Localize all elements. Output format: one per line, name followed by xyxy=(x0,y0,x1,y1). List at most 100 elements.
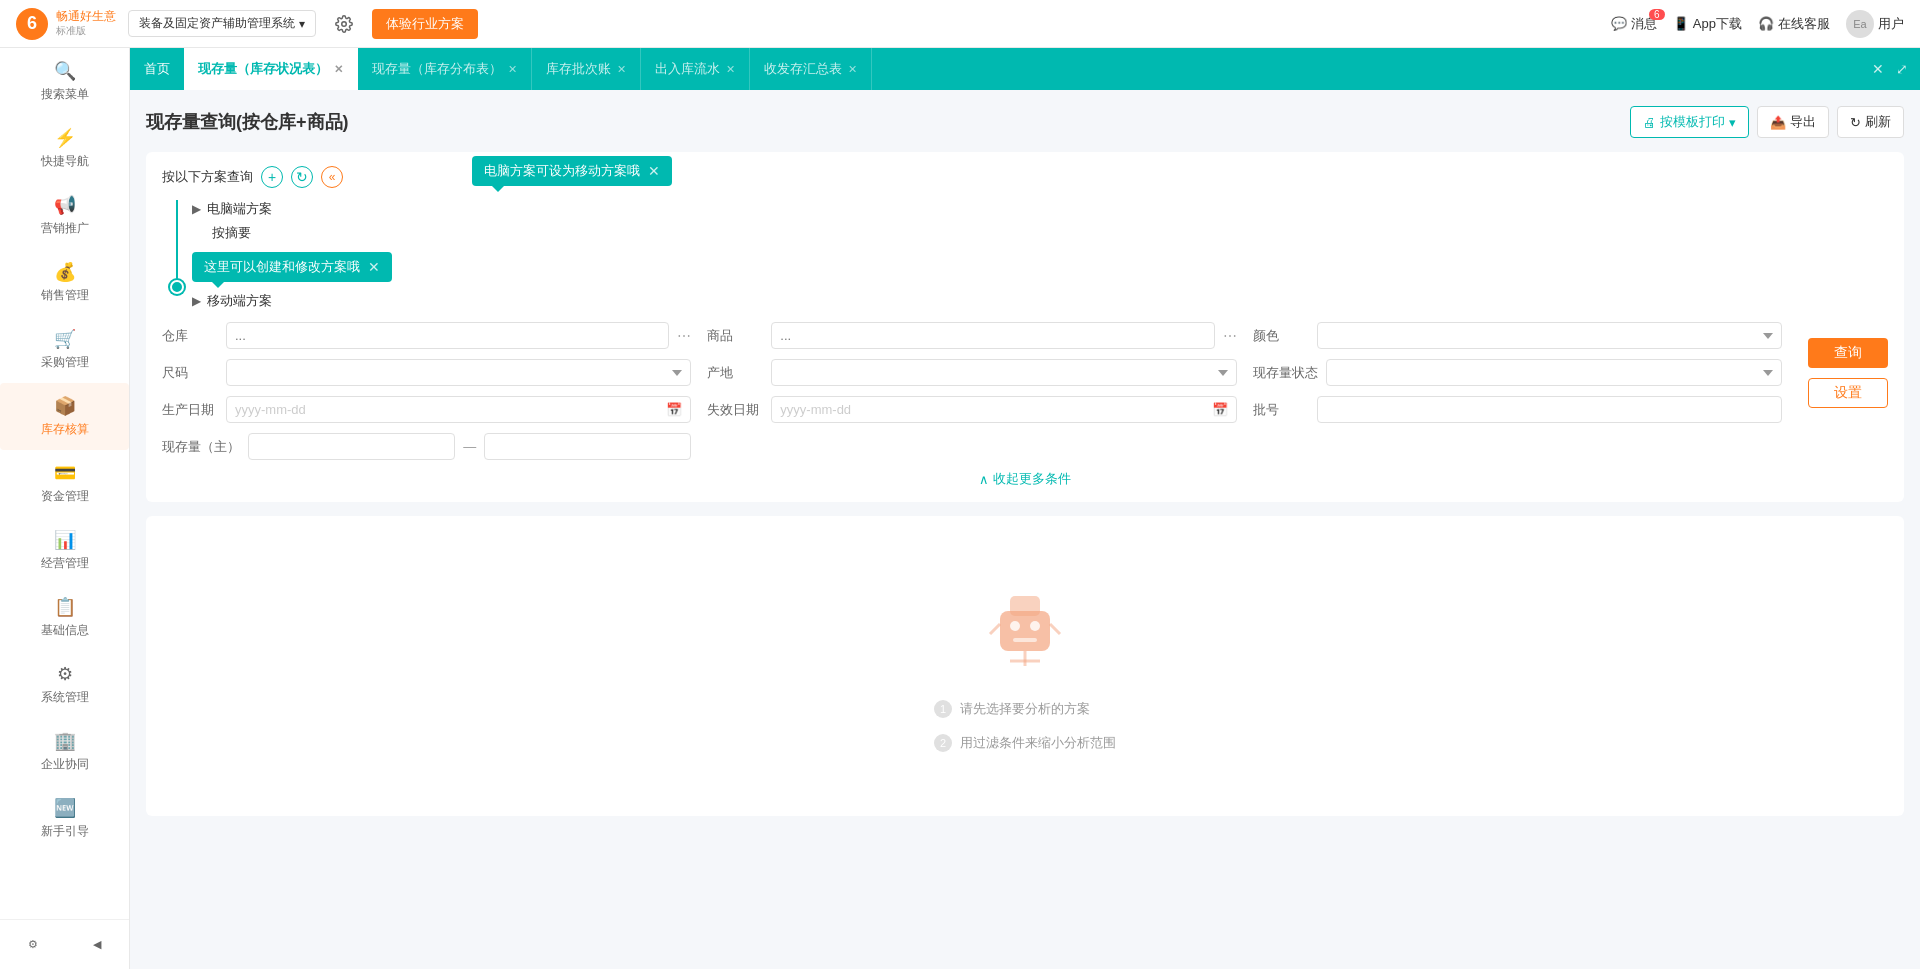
top-bar-right: 💬 消息 6 📱 App下载 🎧 在线客服 Ea 用户 xyxy=(1611,10,1904,38)
gear-icon: ⚙ xyxy=(57,663,73,685)
sidebar-item-operations[interactable]: 📊 经营管理 xyxy=(0,517,129,584)
tab-close-batch-account[interactable]: ✕ xyxy=(617,63,626,76)
tab-recv-summary[interactable]: 收发存汇总表 ✕ xyxy=(750,48,872,90)
svg-rect-5 xyxy=(1013,638,1037,642)
stock-status-select[interactable] xyxy=(1326,359,1782,386)
tab-bar: 首页 现存量（库存状况表） ✕ 现存量（库存分布表） ✕ 库存批次账 ✕ 出入库… xyxy=(130,48,1920,90)
collapse-btn[interactable]: ∧ 收起更多条件 xyxy=(162,470,1888,488)
query-btn[interactable]: 查询 xyxy=(1808,338,1888,368)
expiry-date-input[interactable]: yyyy-mm-dd 📅 xyxy=(771,396,1236,423)
sidebar-item-label: 资金管理 xyxy=(41,488,89,505)
tab-inventory-status[interactable]: 现存量（库存状况表） ✕ xyxy=(184,48,358,90)
sidebar-item-enterprise[interactable]: 🏢 企业协同 xyxy=(0,718,129,785)
close-all-tabs-btn[interactable]: ✕ xyxy=(1868,57,1888,81)
sidebar-item-marketing[interactable]: 📢 营销推广 xyxy=(0,182,129,249)
app-download-btn[interactable]: 📱 App下载 xyxy=(1673,15,1742,33)
clipboard-icon: 📋 xyxy=(54,596,76,618)
scheme-item-digest[interactable]: 按摘要 xyxy=(212,224,1888,242)
export-btn[interactable]: 📤 导出 xyxy=(1757,106,1829,138)
message-btn[interactable]: 💬 消息 6 xyxy=(1611,15,1657,33)
warehouse-more-icon[interactable]: ⋯ xyxy=(677,328,691,344)
sidebar-collapse-btn[interactable]: ◀ xyxy=(85,928,109,961)
size-select[interactable] xyxy=(226,359,691,386)
tab-close-inventory-status[interactable]: ✕ xyxy=(334,63,343,76)
logo-icon: 6 xyxy=(16,8,48,40)
stock-main-from[interactable] xyxy=(248,433,455,460)
export-icon: 📤 xyxy=(1770,115,1786,130)
svg-line-8 xyxy=(990,624,1000,634)
tab-inventory-dist[interactable]: 现存量（库存分布表） ✕ xyxy=(358,48,532,90)
production-date-input[interactable]: yyyy-mm-dd 📅 xyxy=(226,396,691,423)
filter-production-date: 生产日期 yyyy-mm-dd 📅 xyxy=(162,396,691,423)
sidebar-item-label: 系统管理 xyxy=(41,689,89,706)
sidebar: 🔍 搜索菜单 ⚡ 快捷导航 📢 营销推广 💰 销售管理 🛒 采购管理 📦 xyxy=(0,48,130,969)
sidebar-item-label: 搜索菜单 xyxy=(41,86,89,103)
svg-point-0 xyxy=(342,21,347,26)
logo-text: 畅通好生意 xyxy=(56,9,116,25)
stock-main-to[interactable] xyxy=(484,433,691,460)
warehouse-input[interactable] xyxy=(226,322,669,349)
reset-btn[interactable]: 设置 xyxy=(1808,378,1888,408)
filter-label: 按以下方案查询 xyxy=(162,168,253,186)
batch-no-input[interactable] xyxy=(1317,396,1782,423)
sidebar-item-base-info[interactable]: 📋 基础信息 xyxy=(0,584,129,651)
filter-expiry-date: 失效日期 yyyy-mm-dd 📅 xyxy=(707,396,1236,423)
filter-color: 颜色 xyxy=(1253,322,1782,349)
color-select[interactable] xyxy=(1317,322,1782,349)
online-support-btn[interactable]: 🎧 在线客服 xyxy=(1758,15,1830,33)
filter-origin: 产地 xyxy=(707,359,1236,386)
sidebar-item-label: 企业协同 xyxy=(41,756,89,773)
query-column: 查询 设置 xyxy=(1798,338,1888,408)
sidebar-item-finance[interactable]: 💳 资金管理 xyxy=(0,450,129,517)
svg-rect-1 xyxy=(1000,611,1050,651)
goods-more-icon[interactable]: ⋯ xyxy=(1223,328,1237,344)
page-actions: 🖨 按模板打印 ▾ 📤 导出 ↻ 刷新 xyxy=(1630,106,1904,138)
headset-icon: 🎧 xyxy=(1758,16,1774,31)
sidebar-item-label: 新手引导 xyxy=(41,823,89,840)
filter-add-btn[interactable]: + xyxy=(261,166,283,188)
card-icon: 💳 xyxy=(54,462,76,484)
sidebar-item-search-menu[interactable]: 🔍 搜索菜单 xyxy=(0,48,129,115)
user-btn[interactable]: Ea 用户 xyxy=(1846,10,1904,38)
refresh-icon: ↻ xyxy=(1850,115,1861,130)
scheme-tooltip-close[interactable]: ✕ xyxy=(648,163,660,179)
tab-home[interactable]: 首页 xyxy=(130,48,184,90)
cart-icon: 🛒 xyxy=(54,328,76,350)
new-icon: 🆕 xyxy=(54,797,76,819)
sidebar-item-quick-nav[interactable]: ⚡ 快捷导航 xyxy=(0,115,129,182)
tab-close-recv-summary[interactable]: ✕ xyxy=(848,63,857,76)
sidebar-item-guide[interactable]: 🆕 新手引导 xyxy=(0,785,129,852)
building-icon: 🏢 xyxy=(54,730,76,752)
system-select[interactable]: 装备及固定资产辅助管理系统 ▾ xyxy=(128,10,316,37)
tab-close-inventory-dist[interactable]: ✕ xyxy=(508,63,517,76)
page-title: 现存量查询(按仓库+商品) xyxy=(146,110,349,134)
tab-inout-flow[interactable]: 出入库流水 ✕ xyxy=(641,48,750,90)
sidebar-item-purchase[interactable]: 🛒 采购管理 xyxy=(0,316,129,383)
desktop-scheme-row[interactable]: ▶ 电脑端方案 xyxy=(192,200,1888,218)
lightning-icon: ⚡ xyxy=(54,127,76,149)
sidebar-settings-btn[interactable]: ⚙ xyxy=(20,928,46,961)
tab-batch-account[interactable]: 库存批次账 ✕ xyxy=(532,48,641,90)
goods-input[interactable] xyxy=(771,322,1214,349)
sidebar-item-system[interactable]: ⚙ 系统管理 xyxy=(0,651,129,718)
origin-select[interactable] xyxy=(771,359,1236,386)
main-content: 现存量查询(按仓库+商品) 🖨 按模板打印 ▾ 📤 导出 ↻ xyxy=(130,90,1920,969)
sidebar-bottom: ⚙ ◀ xyxy=(0,919,129,969)
expand-tab-btn[interactable]: ⤢ xyxy=(1892,57,1912,81)
filter-refresh-btn[interactable]: ↻ xyxy=(291,166,313,188)
mobile-scheme-row[interactable]: ▶ 移动端方案 xyxy=(192,292,1888,310)
tab-close-inout-flow[interactable]: ✕ xyxy=(726,63,735,76)
settings-icon-btn[interactable] xyxy=(328,8,360,40)
filter-back-btn[interactable]: « xyxy=(321,166,343,188)
scheme-create-tooltip-close[interactable]: ✕ xyxy=(368,259,380,275)
sidebar-item-sales[interactable]: 💰 销售管理 xyxy=(0,249,129,316)
filter-area: 按以下方案查询 + ↻ « 电脑方案可设为移动方案哦 ✕ xyxy=(146,152,1904,502)
top-bar-left: 6 畅通好生意 标准版 装备及固定资产辅助管理系统 ▾ 体验行业方案 xyxy=(16,8,478,40)
sidebar-item-inventory[interactable]: 📦 库存核算 xyxy=(0,383,129,450)
filter-size: 尺码 xyxy=(162,359,691,386)
trial-btn[interactable]: 体验行业方案 xyxy=(372,9,478,39)
sidebar-item-label: 销售管理 xyxy=(41,287,89,304)
print-btn[interactable]: 🖨 按模板打印 ▾ xyxy=(1630,106,1749,138)
refresh-btn[interactable]: ↻ 刷新 xyxy=(1837,106,1904,138)
scheme-tooltip: 电脑方案可设为移动方案哦 ✕ xyxy=(472,156,672,186)
